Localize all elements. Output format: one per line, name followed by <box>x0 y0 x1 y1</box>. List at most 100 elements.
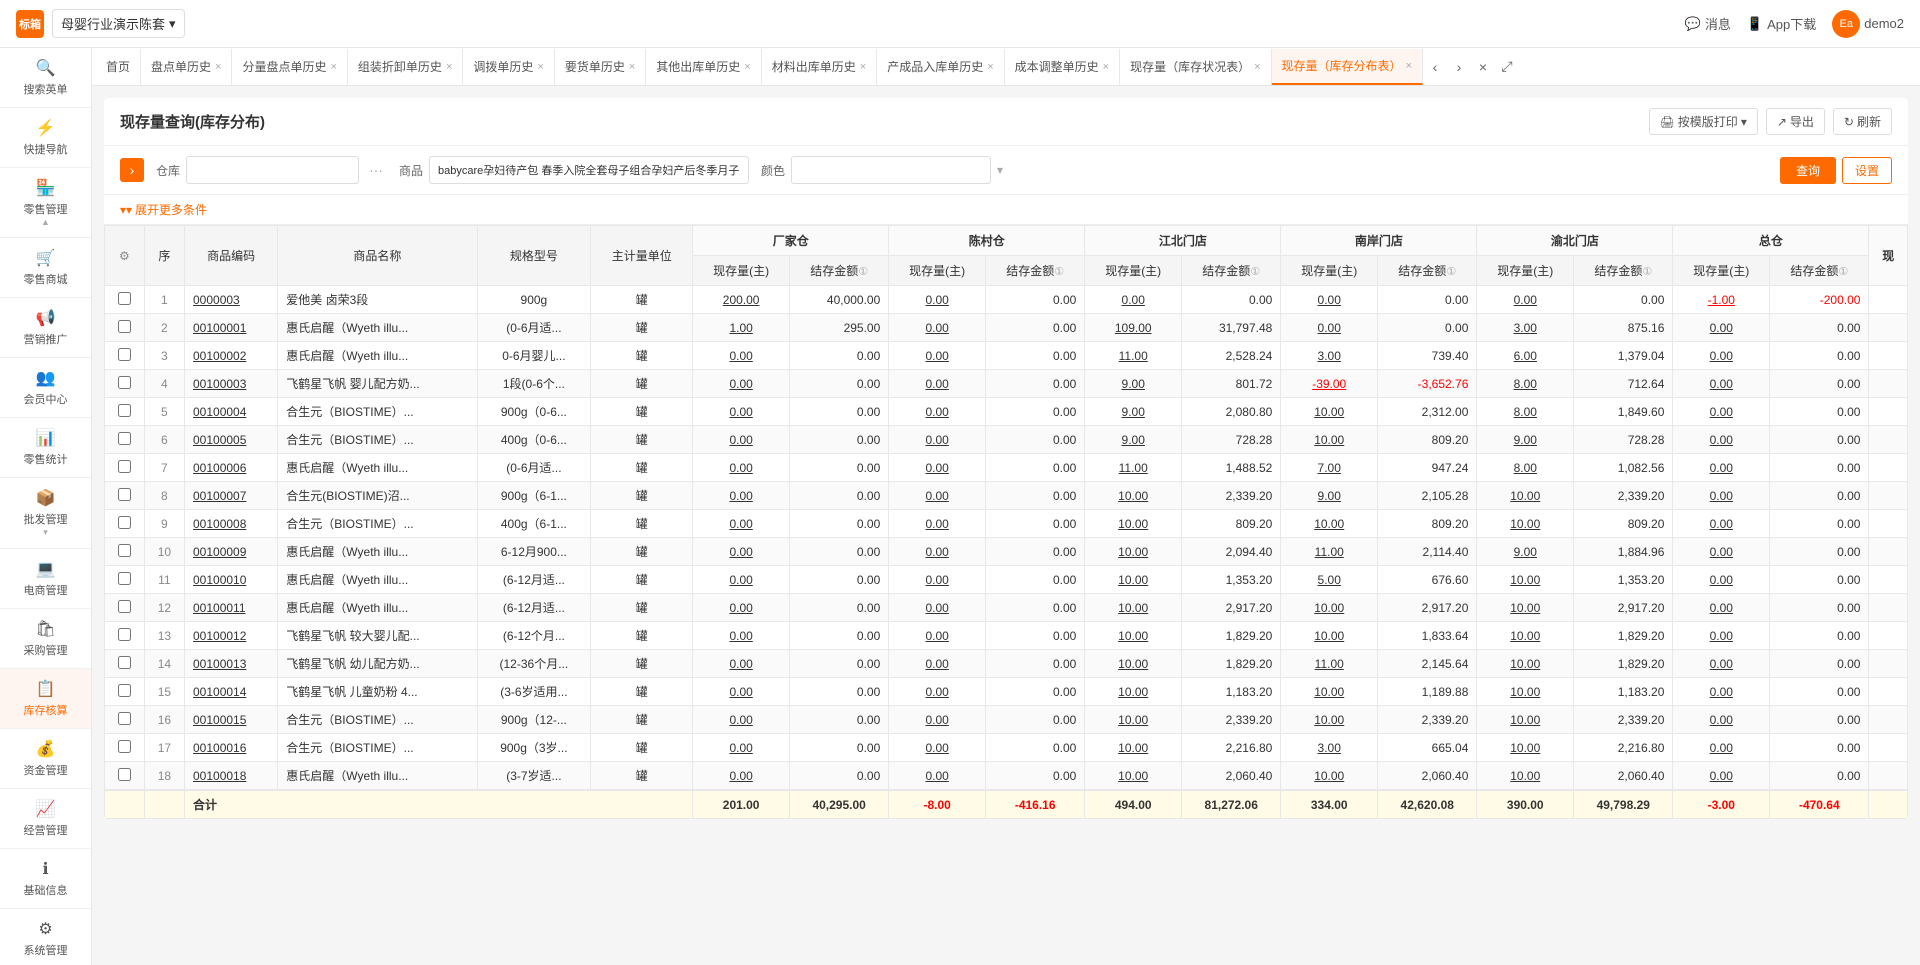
cell-c4-qty[interactable]: 10.00 <box>1281 398 1378 426</box>
sidebar-item-search[interactable]: 🔍 搜索英单 <box>0 48 91 108</box>
cell-c3-qty[interactable]: 10.00 <box>1085 482 1182 510</box>
yubei-amt-info[interactable]: ① <box>1642 266 1652 278</box>
cell-c5-qty[interactable]: 10.00 <box>1477 706 1574 734</box>
cell-c5-qty[interactable]: 10.00 <box>1477 650 1574 678</box>
sidebar-item-nav[interactable]: ⚡ 快捷导航 <box>0 108 91 168</box>
cell-c4-qty[interactable]: 0.00 <box>1281 286 1378 314</box>
cell-code[interactable]: 00100010 <box>185 566 278 594</box>
cell-c4-qty[interactable]: 3.00 <box>1281 734 1378 762</box>
cell-checkbox[interactable] <box>105 762 145 791</box>
cell-c3-qty[interactable]: 11.00 <box>1085 342 1182 370</box>
goods-input[interactable] <box>429 156 749 184</box>
cell-c4-qty[interactable]: -39.00 <box>1281 370 1378 398</box>
cell-c4-qty[interactable]: 5.00 <box>1281 566 1378 594</box>
cell-c5-qty[interactable]: 10.00 <box>1477 678 1574 706</box>
cell-c2-qty[interactable]: 0.00 <box>889 426 986 454</box>
cell-checkbox[interactable] <box>105 706 145 734</box>
cell-c2-qty[interactable]: 0.00 <box>889 398 986 426</box>
tab-other-out[interactable]: 其他出库单历史 × <box>646 49 761 85</box>
cell-c5-qty[interactable]: 8.00 <box>1477 454 1574 482</box>
cell-c1-qty[interactable]: 0.00 <box>693 398 790 426</box>
cell-total-qty[interactable]: -1.00 <box>1673 286 1770 314</box>
color-dropdown-arrow[interactable]: ▾ <box>997 163 1003 177</box>
cell-c1-qty[interactable]: 0.00 <box>693 454 790 482</box>
sidebar-item-basic[interactable]: ℹ 基础信息 <box>0 849 91 909</box>
tab-stock-dist-close[interactable]: × <box>1406 60 1412 72</box>
cell-c1-qty[interactable]: 0.00 <box>693 566 790 594</box>
cell-c3-qty[interactable]: 9.00 <box>1085 426 1182 454</box>
cell-checkbox[interactable] <box>105 426 145 454</box>
cell-c3-qty[interactable]: 109.00 <box>1085 314 1182 342</box>
cell-total-qty[interactable]: 0.00 <box>1673 734 1770 762</box>
cell-total-qty[interactable]: 0.00 <box>1673 566 1770 594</box>
cell-total-qty[interactable]: 0.00 <box>1673 370 1770 398</box>
cell-code[interactable]: 00100005 <box>185 426 278 454</box>
cell-c3-qty[interactable]: 10.00 <box>1085 762 1182 791</box>
cell-checkbox[interactable] <box>105 286 145 314</box>
cell-c2-qty[interactable]: 0.00 <box>889 314 986 342</box>
tab-fraction-check[interactable]: 分量盘点单历史 × <box>232 49 347 85</box>
cell-total-qty[interactable]: 0.00 <box>1673 706 1770 734</box>
tab-assemble[interactable]: 组装折卸单历史 × <box>348 49 463 85</box>
chen-amt-info[interactable]: ① <box>1054 266 1064 278</box>
gear-icon[interactable]: ⚙ <box>119 249 130 263</box>
company-selector[interactable]: 母婴行业演示陈套 ▾ <box>52 9 185 38</box>
cell-checkbox[interactable] <box>105 650 145 678</box>
cell-c3-qty[interactable]: 0.00 <box>1085 286 1182 314</box>
sidebar-item-purchase[interactable]: 🛍 采购管理 <box>0 609 91 669</box>
sidebar-item-retail-stats[interactable]: 📊 零售统计 <box>0 418 91 478</box>
cell-c1-qty[interactable]: 0.00 <box>693 370 790 398</box>
cell-code[interactable]: 00100003 <box>185 370 278 398</box>
cell-c1-qty[interactable]: 0.00 <box>693 426 790 454</box>
cell-c5-qty[interactable]: 3.00 <box>1477 314 1574 342</box>
cell-c2-qty[interactable]: 0.00 <box>889 566 986 594</box>
cell-checkbox[interactable] <box>105 314 145 342</box>
cell-c3-qty[interactable]: 10.00 <box>1085 678 1182 706</box>
cell-c3-qty[interactable]: 9.00 <box>1085 398 1182 426</box>
cell-c4-qty[interactable]: 11.00 <box>1281 650 1378 678</box>
cell-c1-qty[interactable]: 0.00 <box>693 594 790 622</box>
cell-checkbox[interactable] <box>105 538 145 566</box>
jiangbei-amt-info[interactable]: ① <box>1250 266 1260 278</box>
cell-checkbox[interactable] <box>105 594 145 622</box>
cell-c4-qty[interactable]: 10.00 <box>1281 678 1378 706</box>
cell-c2-qty[interactable]: 0.00 <box>889 650 986 678</box>
warehouse-more-btn[interactable]: ··· <box>365 162 387 178</box>
cell-c5-qty[interactable]: 10.00 <box>1477 566 1574 594</box>
cell-total-qty[interactable]: 0.00 <box>1673 538 1770 566</box>
message-btn[interactable]: 💬 消息 <box>1685 14 1731 33</box>
collapse-btn[interactable]: › <box>120 158 144 182</box>
cell-checkbox[interactable] <box>105 622 145 650</box>
tab-inventory-check[interactable]: 盘点单历史 × <box>141 49 232 85</box>
tab-product-in[interactable]: 产成品入库单历史 × <box>877 49 1004 85</box>
cell-total-qty[interactable]: 0.00 <box>1673 762 1770 791</box>
cell-c4-qty[interactable]: 10.00 <box>1281 510 1378 538</box>
cell-c3-qty[interactable]: 10.00 <box>1085 734 1182 762</box>
cell-code[interactable]: 00100015 <box>185 706 278 734</box>
cell-checkbox[interactable] <box>105 566 145 594</box>
cell-code[interactable]: 00100008 <box>185 510 278 538</box>
tab-fraction-check-close[interactable]: × <box>330 61 336 73</box>
cell-c3-qty[interactable]: 10.00 <box>1085 650 1182 678</box>
cell-code[interactable]: 00100001 <box>185 314 278 342</box>
cell-c3-qty[interactable]: 10.00 <box>1085 566 1182 594</box>
cell-c1-qty[interactable]: 0.00 <box>693 650 790 678</box>
cell-c5-qty[interactable]: 10.00 <box>1477 622 1574 650</box>
cell-c2-qty[interactable]: 0.00 <box>889 538 986 566</box>
cell-total-qty[interactable]: 0.00 <box>1673 622 1770 650</box>
cell-c5-qty[interactable]: 8.00 <box>1477 370 1574 398</box>
query-btn[interactable]: 查询 <box>1780 157 1836 184</box>
tab-material-out[interactable]: 材料出库单历史 × <box>762 49 877 85</box>
tab-order-close[interactable]: × <box>629 61 635 73</box>
cell-code[interactable]: 00100014 <box>185 678 278 706</box>
sidebar-item-retail[interactable]: 🏪 零售管理 ▲ <box>0 168 91 238</box>
cell-checkbox[interactable] <box>105 370 145 398</box>
cell-code[interactable]: 0000003 <box>185 286 278 314</box>
cell-code[interactable]: 00100018 <box>185 762 278 791</box>
cell-c3-qty[interactable]: 10.00 <box>1085 622 1182 650</box>
tab-stock-dist[interactable]: 现存量（库存分布表） × <box>1272 49 1423 85</box>
cell-c2-qty[interactable]: 0.00 <box>889 734 986 762</box>
tab-order[interactable]: 要货单历史 × <box>555 49 646 85</box>
color-input[interactable] <box>791 156 991 184</box>
tab-product-in-close[interactable]: × <box>987 61 993 73</box>
